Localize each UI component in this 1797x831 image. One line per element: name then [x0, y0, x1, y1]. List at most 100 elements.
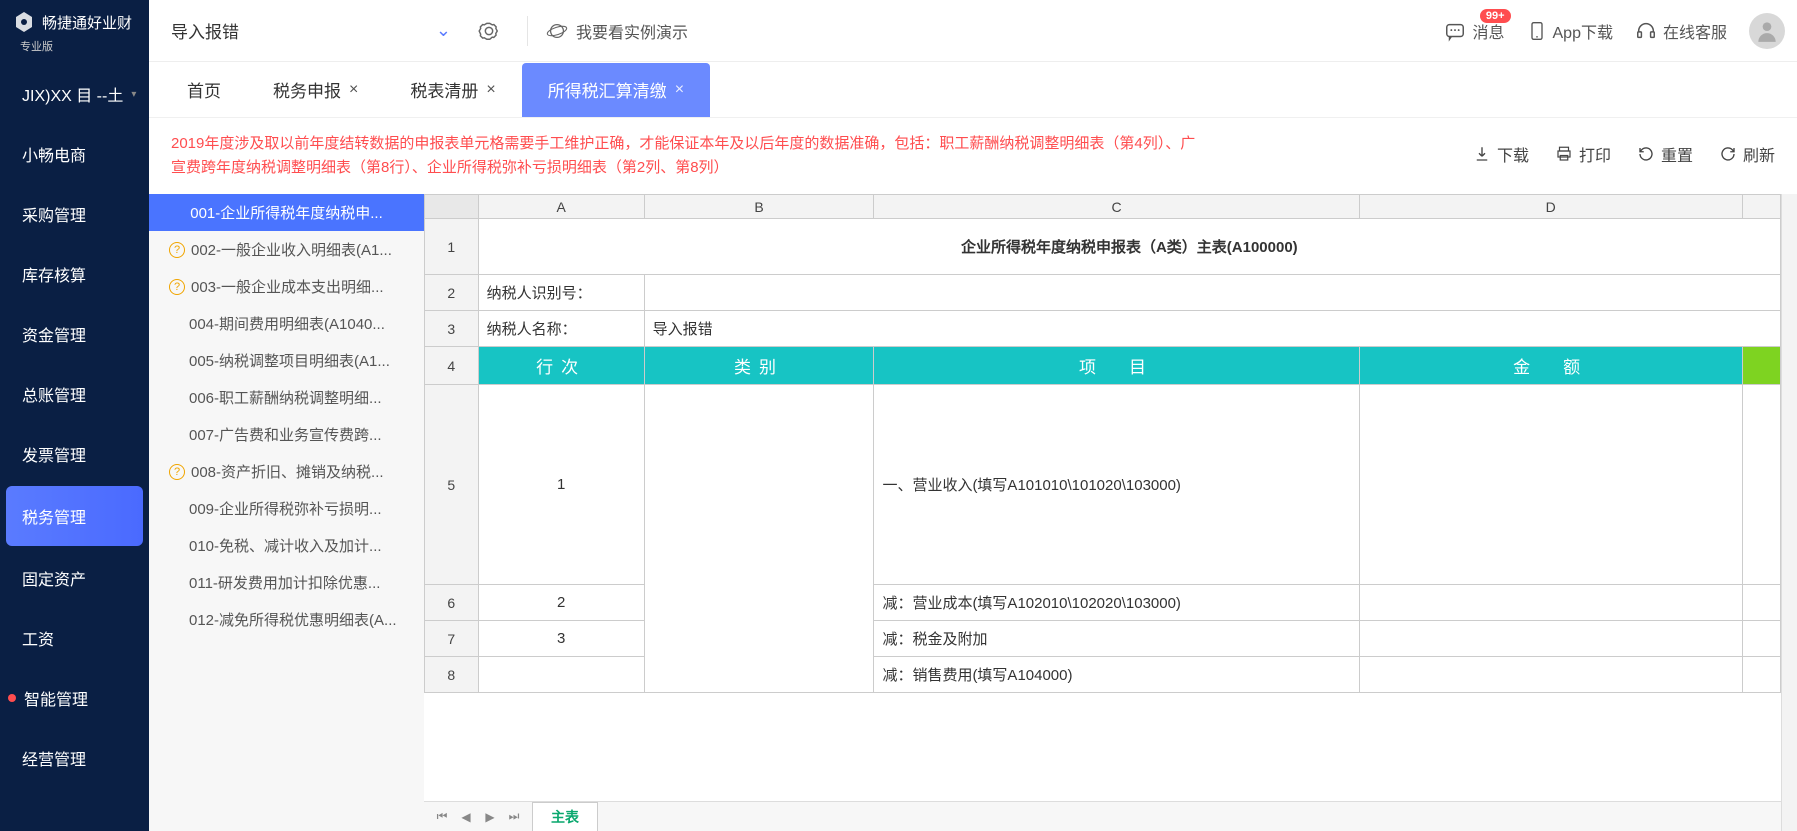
vertical-scrollbar[interactable] [1781, 194, 1797, 831]
sheet-nav-last[interactable]: ⏭ [502, 805, 526, 829]
cell-extra[interactable] [1742, 385, 1780, 585]
sidebar-item-smart[interactable]: 智能管理 [0, 668, 149, 728]
cell-extra[interactable] [1742, 657, 1780, 693]
sheet-corner[interactable] [425, 195, 479, 219]
sheet-nav-first[interactable]: ⏮ [430, 805, 454, 829]
cell-item[interactable]: 减：销售费用(填写A104000) [874, 657, 1359, 693]
main-area: 导入报错 ⌄ 我要看实例演示 消息 99+ App下载 [149, 0, 1797, 831]
download-button[interactable]: 下载 [1473, 142, 1529, 166]
notice-bar: 2019年度涉及取以前年度结转数据的申报表单元格需要手工维护正确，才能保证本年及… [149, 118, 1797, 194]
col-header-a[interactable]: A [478, 195, 644, 219]
sheet-title[interactable]: 企业所得税年度纳税申报表（A类）主表(A100000) [478, 219, 1780, 275]
tree-item-005[interactable]: 005-纳税调整项目明细表(A1... [149, 342, 424, 379]
sidebar-item-purchase[interactable]: 采购管理 [0, 184, 149, 244]
cell-amount[interactable] [1359, 657, 1742, 693]
tab-tax-declare[interactable]: 税务申报× [247, 63, 384, 117]
row-header[interactable]: 2 [425, 275, 479, 311]
tab-home[interactable]: 首页 [161, 63, 247, 117]
header-category[interactable]: 类别 [644, 347, 874, 385]
action-buttons: 下载 打印 重置 刷新 [1473, 132, 1775, 166]
header-rownum[interactable]: 行次 [478, 347, 644, 385]
sheet-nav-next[interactable]: ▶ [478, 805, 502, 829]
cell-rownum[interactable]: 2 [478, 585, 644, 621]
cell-taxpayer-name-label[interactable]: 纳税人名称： [478, 311, 644, 347]
cell-taxpayer-id-label[interactable]: 纳税人识别号： [478, 275, 644, 311]
tab-income-tax-settlement[interactable]: 所得税汇算清缴× [522, 63, 710, 117]
form-tree-list: 001-企业所得税年度纳税申... ?002-一般企业收入明细表(A1... ?… [149, 194, 424, 831]
brand-name: 畅捷通好业财 [42, 12, 132, 33]
tree-item-012[interactable]: 012-减免所得税优惠明细表(A... [149, 601, 424, 638]
cell-amount[interactable] [1359, 621, 1742, 657]
cell-rownum[interactable] [478, 657, 644, 693]
row-header[interactable]: 4 [425, 347, 479, 385]
sidebar-item-truncated[interactable]: JIX)XX 目 --土 ▾ [0, 64, 149, 124]
support-button[interactable]: 在线客服 [1635, 19, 1727, 43]
col-header-rest[interactable] [1742, 195, 1780, 219]
app-download-button[interactable]: App下载 [1527, 19, 1613, 43]
planet-icon [546, 20, 568, 42]
cell-taxpayer-id[interactable] [644, 275, 1780, 311]
tab-tax-register[interactable]: 税表清册× [384, 63, 521, 117]
sheet-scroll[interactable]: A B C D 1 企业所得税年度纳税申报表（A类）主表(A100000) [424, 194, 1781, 801]
sidebar-item-tax[interactable]: 税务管理 [6, 486, 143, 546]
settings-button[interactable] [469, 11, 509, 51]
row-header[interactable]: 1 [425, 219, 479, 275]
row-header[interactable]: 5 [425, 385, 479, 585]
col-header-b[interactable]: B [644, 195, 874, 219]
sidebar-item-inventory[interactable]: 库存核算 [0, 244, 149, 304]
cell-rownum[interactable]: 3 [478, 621, 644, 657]
row-header[interactable]: 7 [425, 621, 479, 657]
row-header[interactable]: 8 [425, 657, 479, 693]
sheet-tab-main[interactable]: 主表 [532, 802, 598, 831]
messages-button[interactable]: 消息 99+ [1444, 19, 1504, 43]
cell-rownum[interactable]: 1 [478, 385, 644, 585]
sidebar-item-business[interactable]: 经营管理 [0, 728, 149, 788]
tree-item-010[interactable]: 010-免税、减计收入及加计... [149, 527, 424, 564]
tree-item-001[interactable]: 001-企业所得税年度纳税申... [149, 194, 424, 231]
header-item[interactable]: 项 目 [874, 347, 1359, 385]
sidebar-item-salary[interactable]: 工资 [0, 608, 149, 668]
sidebar-item-invoice[interactable]: 发票管理 [0, 424, 149, 484]
header-amount[interactable]: 金 额 [1359, 347, 1742, 385]
close-icon[interactable]: × [675, 81, 684, 99]
refresh-button[interactable]: 刷新 [1719, 142, 1775, 166]
sidebar-item-assets[interactable]: 固定资产 [0, 548, 149, 608]
question-icon: ? [169, 464, 185, 480]
tree-item-011[interactable]: 011-研发费用加计扣除优惠... [149, 564, 424, 601]
tree-item-007[interactable]: 007-广告费和业务宣传费跨... [149, 416, 424, 453]
sidebar-nav: JIX)XX 目 --土 ▾ 小畅电商 采购管理 库存核算 资金管理 总账管理 … [0, 64, 149, 831]
sidebar-item-funds[interactable]: 资金管理 [0, 304, 149, 364]
print-button[interactable]: 打印 [1555, 142, 1611, 166]
reset-button[interactable]: 重置 [1637, 142, 1693, 166]
col-header-c[interactable]: C [874, 195, 1359, 219]
close-icon[interactable]: × [486, 81, 495, 99]
tree-item-004[interactable]: 004-期间费用明细表(A1040... [149, 305, 424, 342]
sheet-nav-prev[interactable]: ◀ [454, 805, 478, 829]
row-header[interactable]: 3 [425, 311, 479, 347]
avatar[interactable] [1749, 13, 1785, 49]
tree-item-003[interactable]: ?003-一般企业成本支出明细... [149, 268, 424, 305]
cell-amount[interactable] [1359, 385, 1742, 585]
tree-item-009[interactable]: 009-企业所得税弥补亏损明... [149, 490, 424, 527]
org-dropdown[interactable]: 导入报错 ⌄ [161, 18, 461, 43]
sidebar-item-ledger[interactable]: 总账管理 [0, 364, 149, 424]
cell-amount[interactable] [1359, 585, 1742, 621]
close-icon[interactable]: × [349, 81, 358, 99]
demo-link[interactable]: 我要看实例演示 [546, 19, 688, 43]
cell-category[interactable] [644, 385, 874, 693]
row-header[interactable]: 6 [425, 585, 479, 621]
tree-item-002[interactable]: ?002-一般企业收入明细表(A1... [149, 231, 424, 268]
cell-extra[interactable] [1742, 585, 1780, 621]
cell-item[interactable]: 减：税金及附加 [874, 621, 1359, 657]
cell-item[interactable]: 减：营业成本(填写A102010\102020\103000) [874, 585, 1359, 621]
sidebar-item-ecommerce[interactable]: 小畅电商 [0, 124, 149, 184]
cell-item[interactable]: 一、营业收入(填写A101010\101020\103000) [874, 385, 1359, 585]
sidebar: 畅捷通好业财 专业版 JIX)XX 目 --土 ▾ 小畅电商 采购管理 库存核算… [0, 0, 149, 831]
cell-extra[interactable] [1742, 621, 1780, 657]
tree-item-008[interactable]: ?008-资产折旧、摊销及纳税... [149, 453, 424, 490]
col-header-d[interactable]: D [1359, 195, 1742, 219]
user-icon [1754, 18, 1780, 44]
cell-taxpayer-name[interactable]: 导入报错 [644, 311, 1780, 347]
tree-item-006[interactable]: 006-职工薪酬纳税调整明细... [149, 379, 424, 416]
header-extra[interactable] [1742, 347, 1780, 385]
